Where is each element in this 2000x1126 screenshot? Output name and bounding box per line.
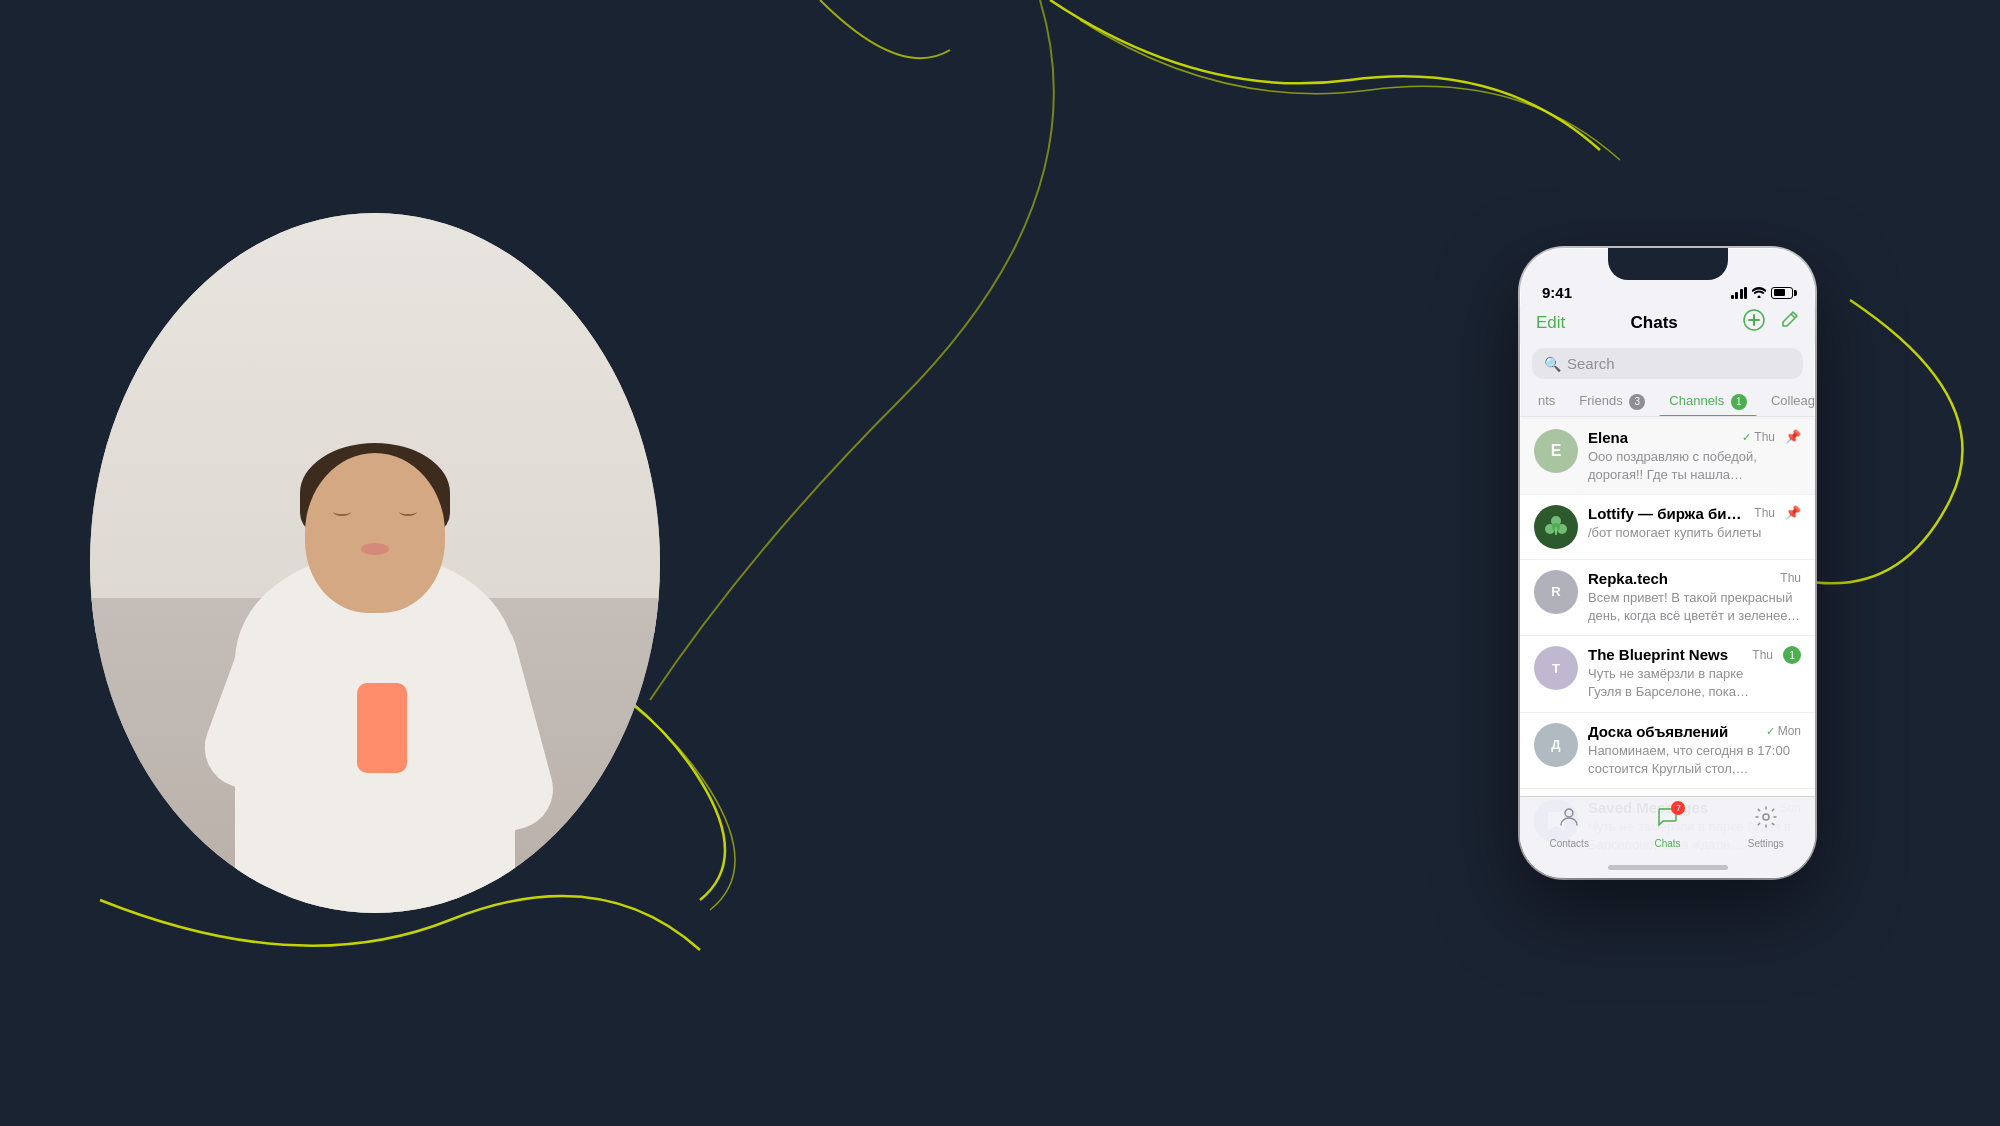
chats-tab-label: Chats [1654, 838, 1680, 849]
chat-item-elena[interactable]: E Elena ✓ Thu Ооо поздравляю с победой, … [1520, 419, 1815, 495]
compose-button[interactable] [1779, 310, 1799, 335]
filter-tab-channels-label: Channels [1669, 393, 1724, 408]
avatar-blueprint: T [1534, 646, 1578, 690]
chat-content-blueprint: The Blueprint News Thu Чуть не замёрзли … [1588, 646, 1773, 701]
svg-rect-8 [1555, 527, 1557, 535]
held-phone [357, 683, 407, 773]
friends-badge: 3 [1629, 394, 1645, 410]
phone-screen: 9:41 Edit Cha [1520, 248, 1815, 878]
chat-item-lottify[interactable]: Lottify — биржа билетов Thu /бот помогае… [1520, 495, 1815, 560]
search-placeholder: Search [1567, 355, 1615, 372]
settings-icon [1754, 805, 1778, 835]
battery-icon [1771, 287, 1793, 299]
tab-chats[interactable]: 7 Chats [1632, 805, 1702, 849]
filter-tab-colleagues[interactable]: Colleagues [1761, 387, 1815, 416]
chat-preview-blueprint: Чуть не замёрзли в парке Гуэля в Барсело… [1588, 665, 1773, 701]
chat-preview-elena: Ооо поздравляю с победой, дорогая!! Где … [1588, 448, 1775, 484]
phone-container: 9:41 Edit Cha [1520, 248, 1815, 878]
chat-content-doska: Доска объявлений ✓ Mon Напоминаем, что с… [1588, 723, 1801, 778]
avatar-repka: R [1534, 570, 1578, 614]
chat-content-repka: Repka.tech Thu Всем привет! В такой прек… [1588, 570, 1801, 625]
new-group-button[interactable] [1743, 309, 1765, 336]
tab-contacts[interactable]: Contacts [1534, 805, 1604, 849]
pin-icon-elena: 📌 [1785, 429, 1801, 444]
chat-name-lottify: Lottify — биржа билетов [1588, 505, 1748, 522]
time-elena: Thu [1754, 430, 1775, 444]
time-lottify: Thu [1754, 506, 1775, 520]
chat-content-lottify: Lottify — биржа билетов Thu /бот помогае… [1588, 505, 1775, 542]
chat-header-lottify: Lottify — биржа билетов Thu [1588, 505, 1775, 522]
chat-right-lottify: 📌 [1785, 505, 1801, 520]
chats-title: Chats [1631, 313, 1678, 333]
filter-tab-all[interactable]: nts [1528, 387, 1565, 416]
app-header: Edit Chats [1520, 305, 1815, 344]
head [305, 453, 445, 613]
svg-point-10 [1763, 814, 1769, 820]
chat-header-blueprint: The Blueprint News Thu [1588, 646, 1773, 663]
filter-tab-channels[interactable]: Channels 1 [1659, 387, 1757, 416]
avatar-doska: Д [1534, 723, 1578, 767]
chat-time-lottify: Thu [1754, 506, 1775, 520]
phone-notch [1608, 248, 1728, 280]
person-section [90, 213, 660, 913]
chat-time-doska: ✓ Mon [1766, 724, 1801, 738]
chat-name-doska: Доска объявлений [1588, 723, 1728, 740]
chat-name-blueprint: The Blueprint News [1588, 646, 1728, 663]
pin-icon-lottify: 📌 [1785, 505, 1801, 520]
avatar-lottify [1534, 505, 1578, 549]
time-blueprint: Thu [1752, 648, 1773, 662]
unread-badge-blueprint: 1 [1783, 646, 1801, 664]
status-icons [1731, 287, 1794, 299]
chat-header-elena: Elena ✓ Thu [1588, 429, 1775, 446]
chat-preview-doska: Напоминаем, что сегодня в 17:00 состоитс… [1588, 742, 1801, 778]
chat-time-repka: Thu [1780, 571, 1801, 585]
channels-badge: 1 [1731, 394, 1747, 410]
chat-preview-repka: Всем привет! В такой прекрасный день, ко… [1588, 589, 1801, 625]
person-figure [205, 413, 545, 913]
signal-icon [1731, 287, 1748, 299]
tab-settings[interactable]: Settings [1731, 805, 1801, 849]
contacts-icon [1557, 805, 1581, 835]
svg-point-9 [1565, 809, 1573, 817]
avatar-elena: E [1534, 429, 1578, 473]
search-icon: 🔍 [1544, 356, 1561, 372]
chats-notification: 7 [1671, 801, 1685, 815]
chat-content-elena: Elena ✓ Thu Ооо поздравляю с победой, до… [1588, 429, 1775, 484]
portrait-oval [90, 213, 660, 913]
status-time: 9:41 [1542, 284, 1572, 301]
time-repka: Thu [1780, 571, 1801, 585]
filter-tab-friends-label: Friends [1579, 393, 1622, 408]
wifi-icon [1752, 287, 1766, 298]
settings-label: Settings [1748, 838, 1784, 849]
search-bar[interactable]: 🔍 Search [1532, 348, 1803, 379]
chat-item-doska[interactable]: Д Доска объявлений ✓ Mon Напоминаем, что… [1520, 713, 1815, 789]
time-doska: Mon [1778, 724, 1801, 738]
read-check-doska: ✓ [1766, 725, 1775, 738]
edit-button[interactable]: Edit [1536, 313, 1565, 333]
read-check-elena: ✓ [1742, 431, 1751, 444]
chats-icon: 7 [1655, 805, 1679, 835]
chat-name-repka: Repka.tech [1588, 570, 1668, 587]
chat-right-blueprint: 1 [1783, 646, 1801, 664]
phone-frame: 9:41 Edit Cha [1520, 248, 1815, 878]
chat-name-elena: Elena [1588, 429, 1628, 446]
filter-tab-colleagues-label: Colleagues [1771, 393, 1815, 408]
chat-time-elena: ✓ Thu [1742, 430, 1775, 444]
filter-tabs: nts Friends 3 Channels 1 Colleagues Dog [1520, 387, 1815, 417]
chat-header-doska: Доска объявлений ✓ Mon [1588, 723, 1801, 740]
chat-item-blueprint[interactable]: T The Blueprint News Thu Чуть не замёрзл… [1520, 636, 1815, 712]
person-background [90, 213, 660, 913]
chat-preview-lottify: /бот помогает купить билеты [1588, 524, 1775, 542]
chat-header-repka: Repka.tech Thu [1588, 570, 1801, 587]
contacts-label: Contacts [1549, 838, 1588, 849]
chat-right-elena: 📌 [1785, 429, 1801, 444]
home-indicator [1608, 865, 1728, 870]
filter-tab-friends[interactable]: Friends 3 [1569, 387, 1655, 416]
chat-item-repka[interactable]: R Repka.tech Thu Всем привет! В такой пр… [1520, 560, 1815, 636]
header-actions [1743, 309, 1799, 336]
filter-tab-all-label: nts [1538, 393, 1555, 408]
chat-time-blueprint: Thu [1752, 648, 1773, 662]
